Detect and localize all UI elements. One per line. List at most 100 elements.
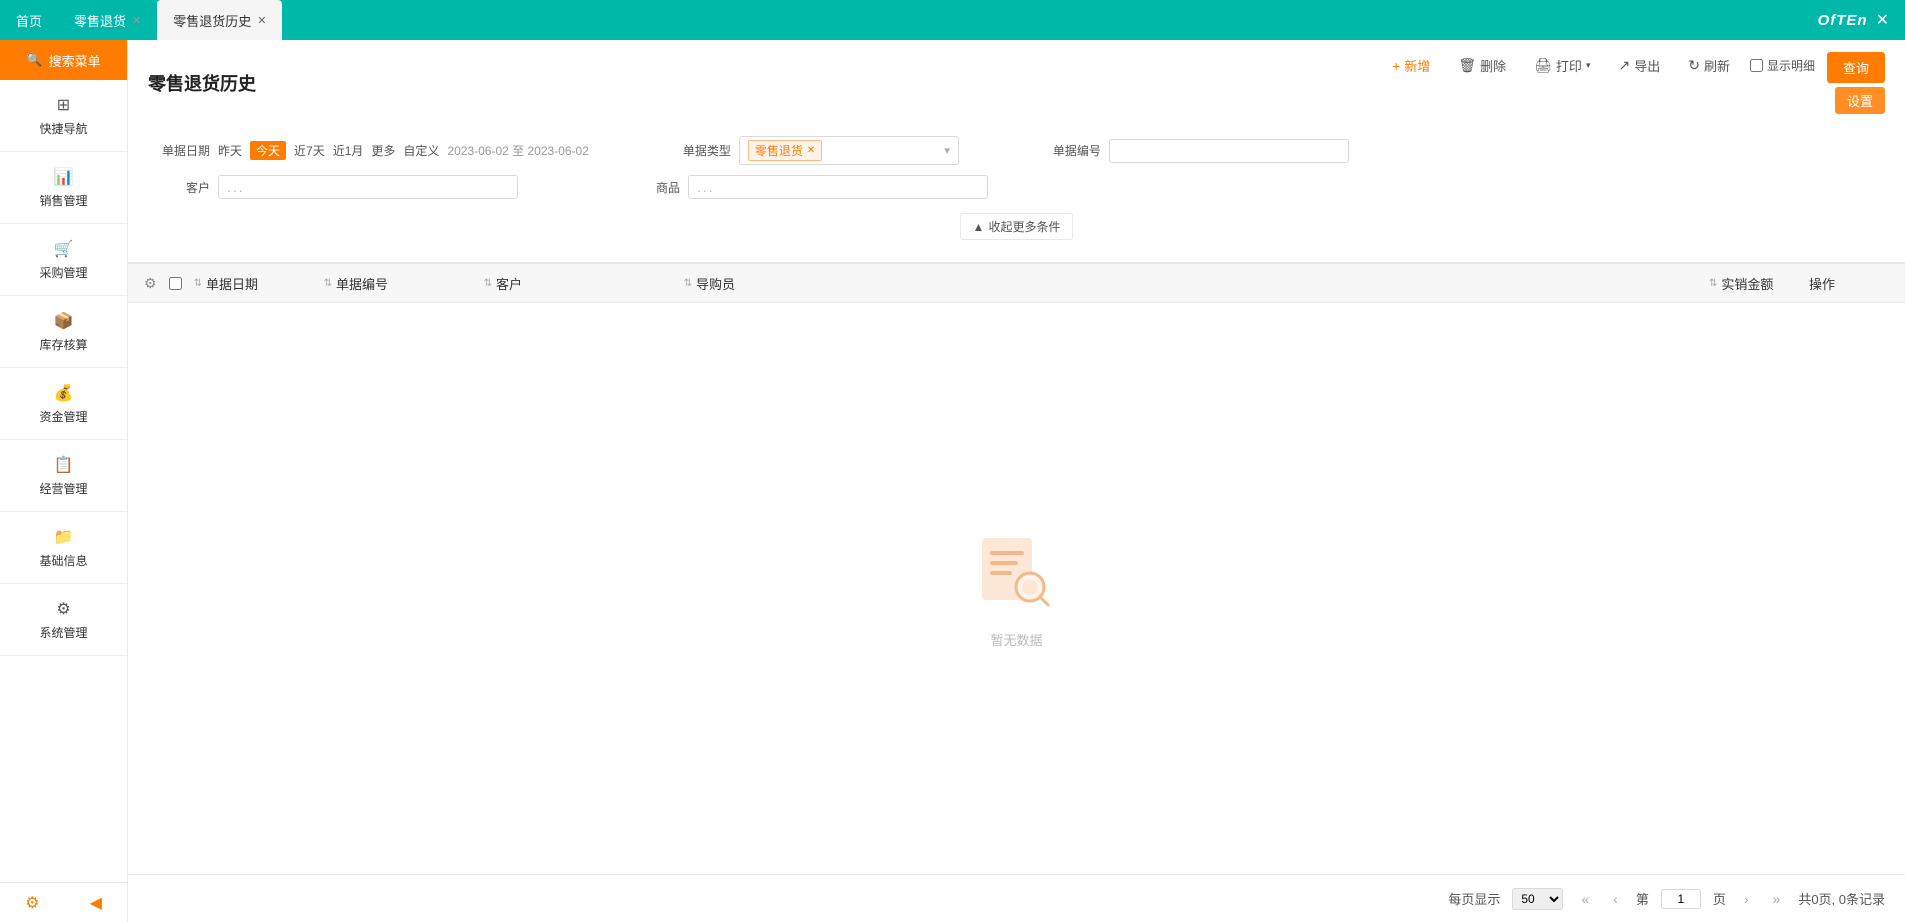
goods-filter-item: 商品 ... [618, 175, 988, 199]
col-date-sort-icon[interactable]: ⇅ [194, 278, 202, 289]
doc-type-select[interactable]: 零售退货 ✕ ▾ [739, 136, 959, 165]
col-customer-sort-icon[interactable]: ⇅ [484, 278, 492, 289]
print-label: 打印 [1556, 56, 1582, 75]
doc-type-tag-close[interactable]: ✕ [807, 145, 815, 156]
sidebar-item-system-mgmt[interactable]: ⚙ 系统管理 [0, 584, 127, 656]
prev-page-button[interactable]: ‹ [1607, 889, 1624, 909]
sidebar-gear-button[interactable]: ⚙ [25, 893, 39, 913]
delete-button[interactable]: 🗑 删除 [1450, 52, 1514, 79]
date-range-display: 2023-06-02 至 2023-06-02 [447, 142, 588, 159]
col-guide-sort-icon[interactable]: ⇅ [684, 278, 692, 289]
tab-close-retail-return-history[interactable]: ✕ [257, 14, 266, 27]
sidebar-search-button[interactable]: 🔍 搜索菜单 [0, 40, 127, 80]
table-wrap: ⚙ ⇅ 单据日期 ⇅ 单据编号 ⇅ 客户 ⇅ 导购员 [128, 263, 1905, 874]
first-page-button[interactable]: « [1575, 889, 1595, 909]
show-detail-checkbox[interactable] [1750, 59, 1763, 72]
table-settings-icon[interactable]: ⚙ [144, 275, 157, 292]
page-header: 零售退货历史 + 新增 🗑 删除 🖨 打印 [128, 40, 1905, 263]
date-option-1month[interactable]: 近1月 [333, 142, 364, 159]
sidebar-bottom: ⚙ ◀ [0, 882, 127, 922]
date-option-yesterday[interactable]: 昨天 [218, 142, 242, 159]
select-all-checkbox[interactable] [169, 277, 182, 290]
collapse-row: ▲ 收起更多条件 [148, 209, 1885, 252]
page-number-input[interactable] [1661, 889, 1701, 909]
date-filter-label: 单据日期 [148, 142, 218, 159]
sidebar-label-system-mgmt: 系统管理 [39, 624, 87, 641]
sidebar-item-purchase-mgmt[interactable]: 🛒 采购管理 [0, 224, 127, 296]
table-body: 暂无数据 [128, 303, 1905, 874]
refresh-button[interactable]: ↻ 刷新 [1680, 52, 1738, 79]
empty-icon [967, 528, 1067, 618]
add-button[interactable]: + 新增 [1384, 52, 1438, 79]
page-title-row: 零售退货历史 + 新增 🗑 删除 🖨 打印 [148, 52, 1885, 114]
top-bar: 首页零售退货✕零售退货历史✕ OfTEn ✕ [0, 0, 1905, 40]
close-window-button[interactable]: ✕ [1876, 10, 1889, 30]
settings-button[interactable]: 设置 [1835, 87, 1885, 114]
sidebar-icon-purchase-mgmt: 🛒 [53, 238, 75, 260]
sidebar-item-inventory[interactable]: 📦 库存核算 [0, 296, 127, 368]
sidebar-item-sales-mgmt[interactable]: 📊 销售管理 [0, 152, 127, 224]
col-amount-label: 实销金额 [1721, 274, 1773, 293]
col-header-code: ⇅ 单据编号 [324, 274, 484, 293]
collapse-button[interactable]: ▲ 收起更多条件 [960, 213, 1074, 240]
sidebar-label-basic-info: 基础信息 [39, 552, 87, 569]
print-button[interactable]: 🖨 打印 ▾ [1526, 52, 1598, 79]
table-header: ⚙ ⇅ 单据日期 ⇅ 单据编号 ⇅ 客户 ⇅ 导购员 [128, 263, 1905, 303]
customer-label: 客户 [148, 179, 218, 196]
sidebar-item-basic-info[interactable]: 📁 基础信息 [0, 512, 127, 584]
sidebar-icon-inventory: 📦 [53, 310, 75, 332]
customer-select[interactable]: ... [218, 175, 518, 199]
tab-bar: 首页零售退货 ✕ 零售退货历史 ✕ [0, 0, 1818, 40]
tab-retail-return[interactable]: 零售退货 ✕ [58, 0, 157, 40]
sidebar-label-inventory: 库存核算 [39, 336, 87, 353]
col-customer-label: 客户 [496, 274, 522, 293]
tab-label-retail-return: 零售退货 [74, 11, 126, 30]
sidebar-item-operations-mgmt[interactable]: 📋 经营管理 [0, 440, 127, 512]
sidebar-label-finance-mgmt: 资金管理 [39, 408, 87, 425]
date-option-more[interactable]: 更多 [371, 142, 395, 159]
date-option-7days[interactable]: 近7天 [294, 142, 325, 159]
tab-retail-return-history[interactable]: 零售退货历史 ✕ [157, 0, 282, 40]
pagination-bar: 每页显示 2050100200 « ‹ 第 页 › » 共0页, 0条记录 [128, 874, 1905, 922]
date-option-custom[interactable]: 自定义 [403, 142, 439, 159]
col-amount-sort-icon[interactable]: ⇅ [1709, 278, 1717, 289]
doc-type-tag: 零售退货 ✕ [748, 140, 822, 161]
print-icon: 🖨 [1534, 57, 1552, 74]
goods-select[interactable]: ... [688, 175, 988, 199]
export-button[interactable]: ↗ 导出 [1610, 52, 1668, 79]
sidebar-item-finance-mgmt[interactable]: 💰 资金管理 [0, 368, 127, 440]
goods-label: 商品 [618, 179, 688, 196]
last-page-button[interactable]: » [1767, 889, 1787, 909]
tab-home[interactable]: 首页 [0, 0, 58, 40]
refresh-label: 刷新 [1704, 56, 1730, 75]
pagination-summary: 共0页, 0条记录 [1798, 889, 1885, 908]
sidebar-icon-sales-mgmt: 📊 [53, 166, 75, 188]
show-detail-label: 显示明细 [1767, 57, 1815, 74]
sidebar-icon-basic-info: 📁 [53, 526, 75, 548]
sidebar-item-quick-nav[interactable]: ⊞ 快捷导航 [0, 80, 127, 152]
doc-type-label: 单据类型 [669, 142, 739, 159]
col-code-label: 单据编号 [336, 274, 388, 293]
date-option-today[interactable]: 今天 [250, 141, 286, 160]
sidebar-collapse-button[interactable]: ◀ [90, 893, 102, 913]
sidebar-icon-system-mgmt: ⚙ [53, 598, 75, 620]
sidebar-label-operations-mgmt: 经营管理 [39, 480, 87, 497]
filter-area: 单据日期 昨天 今天 近7天 近1月 更多 自定义 2023-06-02 至 2… [148, 126, 1885, 262]
col-code-sort-icon[interactable]: ⇅ [324, 278, 332, 289]
page-size-select[interactable]: 2050100200 [1512, 888, 1563, 910]
refresh-icon: ↻ [1688, 57, 1700, 74]
tab-label-retail-return-history: 零售退货历史 [173, 11, 251, 30]
tab-close-retail-return[interactable]: ✕ [132, 14, 141, 27]
sidebar-label-purchase-mgmt: 采购管理 [39, 264, 87, 281]
collapse-label: 收起更多条件 [988, 218, 1060, 235]
customer-filter-item: 客户 ... [148, 175, 518, 199]
empty-state: 暂无数据 [967, 528, 1067, 649]
col-header-action: 操作 [1809, 274, 1889, 293]
add-label: 新增 [1404, 56, 1430, 75]
doc-code-input[interactable] [1109, 139, 1349, 163]
col-guide-label: 导购员 [696, 274, 735, 293]
page-size-label: 每页显示 [1448, 889, 1500, 908]
query-button[interactable]: 查询 [1827, 52, 1885, 83]
next-page-button[interactable]: › [1738, 889, 1755, 909]
doc-code-label: 单据编号 [1039, 142, 1109, 159]
